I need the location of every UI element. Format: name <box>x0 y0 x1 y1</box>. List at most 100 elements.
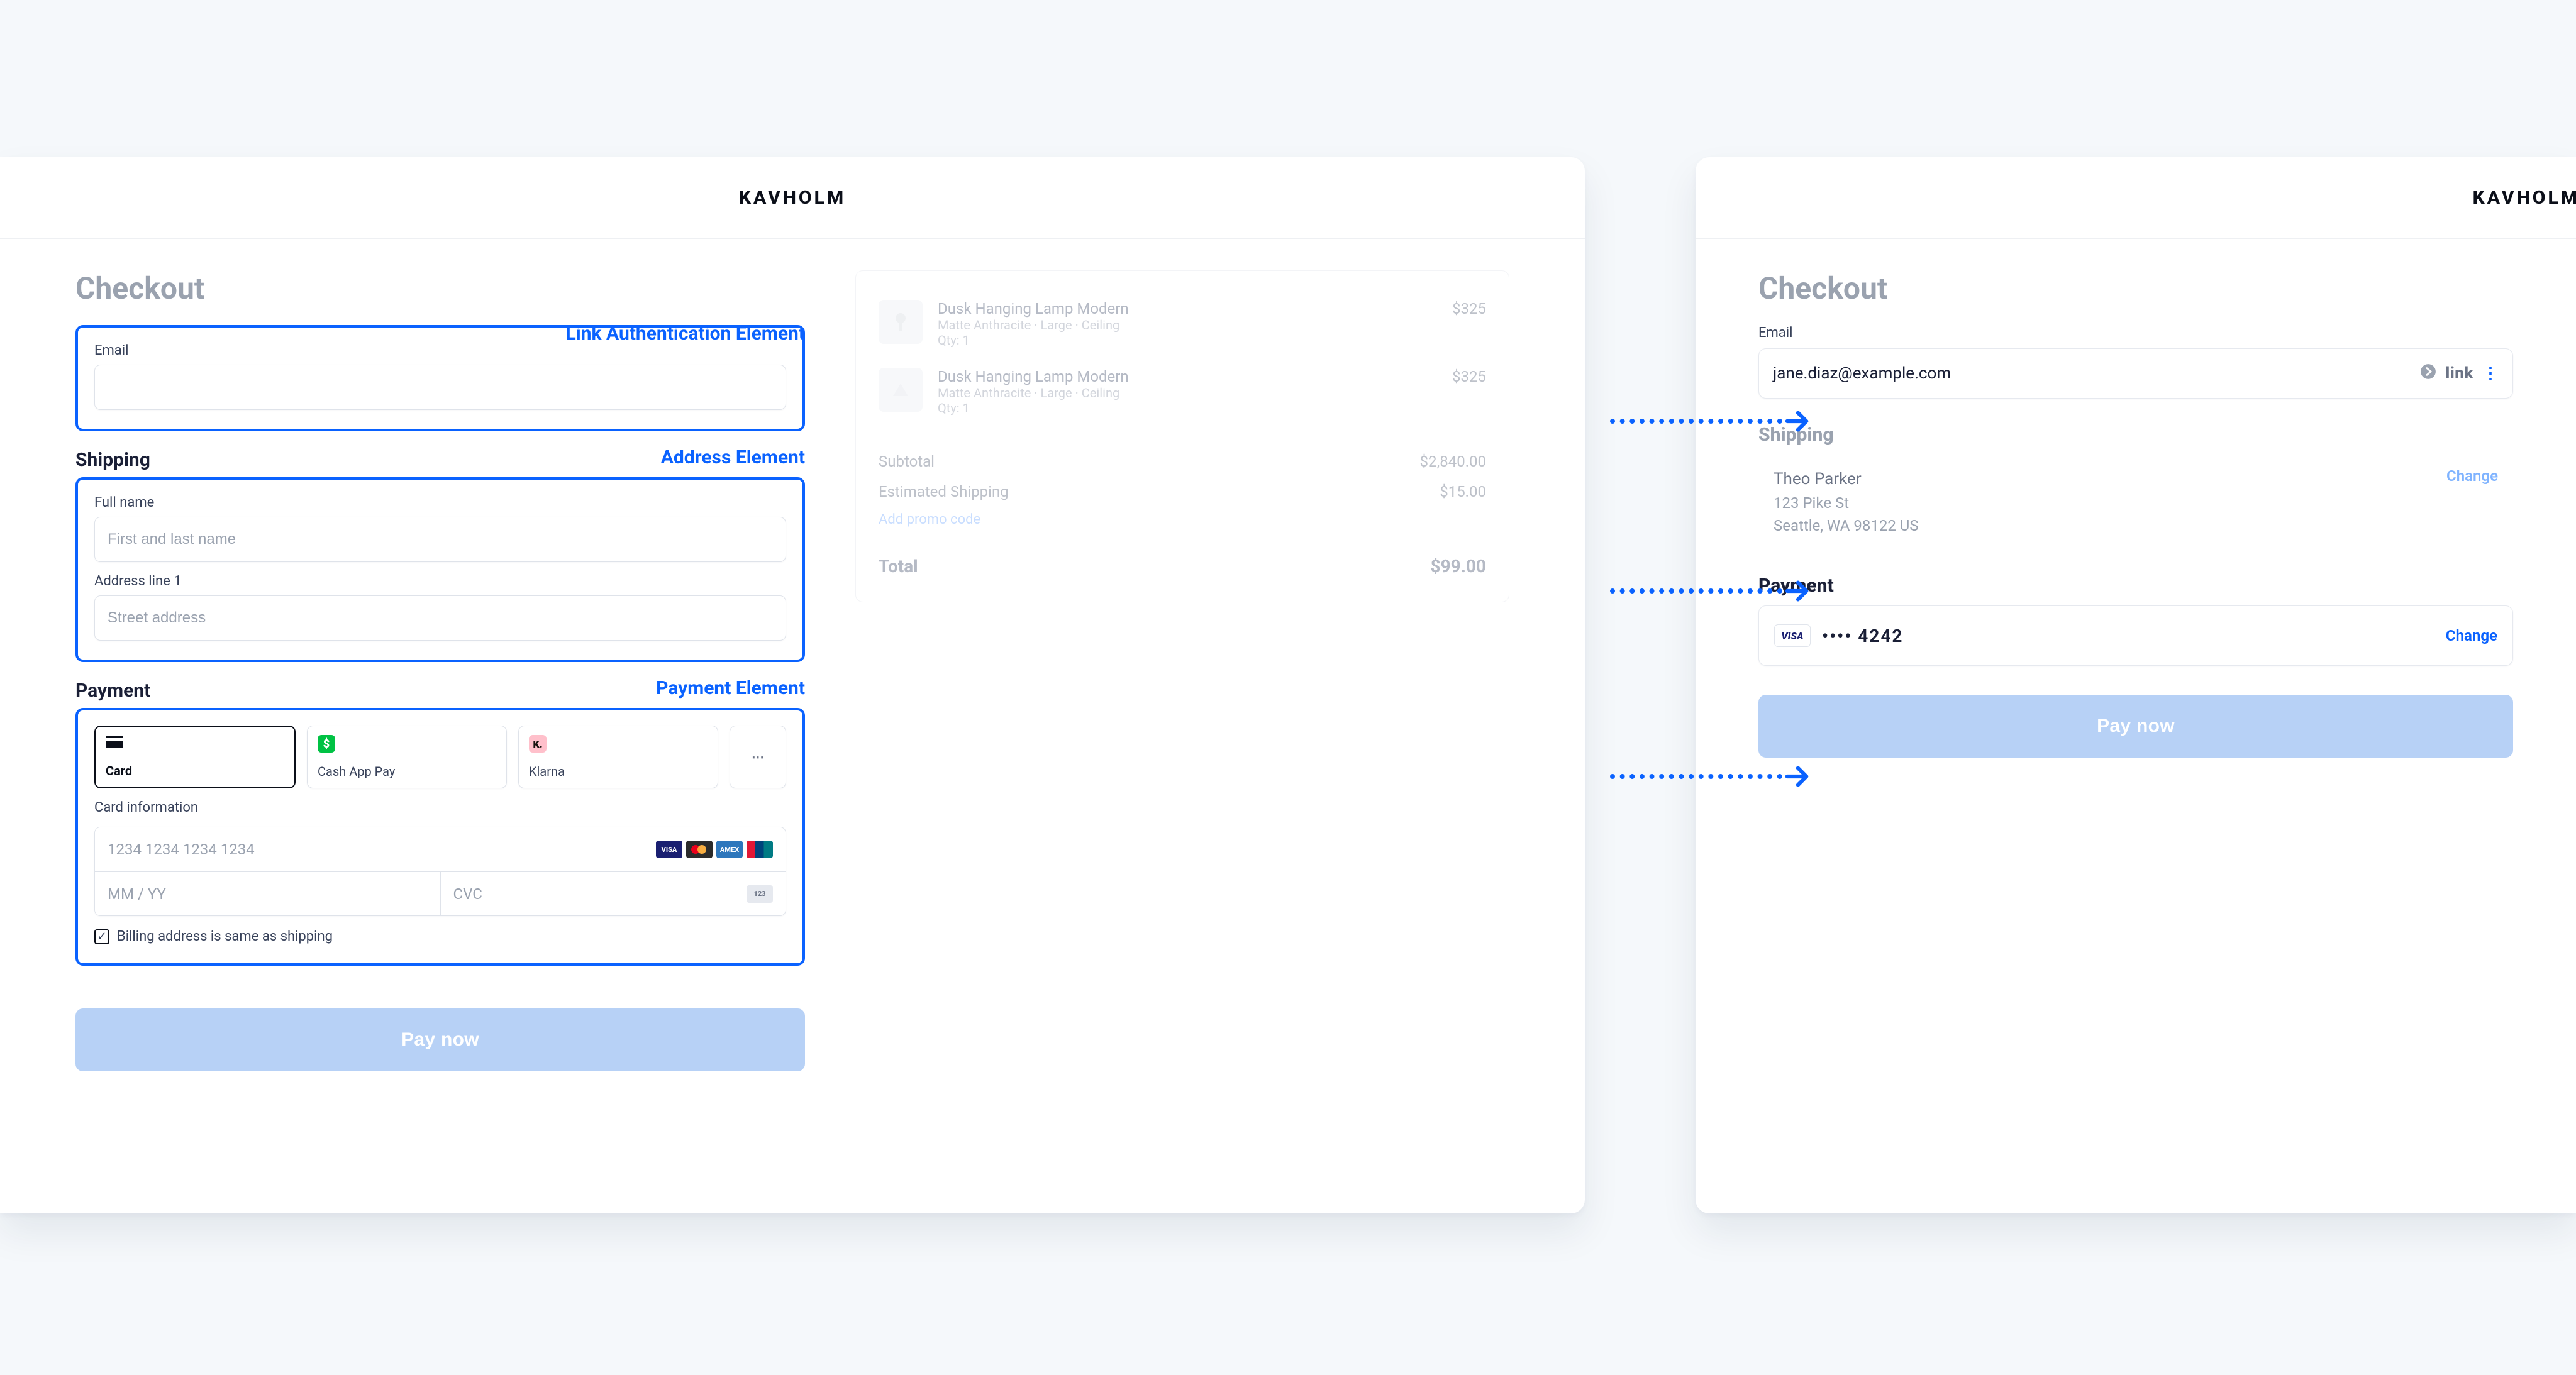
item-qty: Qty: 1 <box>938 400 1129 416</box>
payment-summary-box: VISA •••• 4242 Change <box>1758 605 2513 666</box>
shipping-summary-box: Theo Parker 123 Pike St Seattle, WA 9812… <box>1758 455 2513 549</box>
payment-method-card-label: Card <box>106 763 284 778</box>
arrow-right-icon <box>1782 577 1811 605</box>
item-sub: Matte Anthracite · Large · Ceiling <box>938 385 1129 400</box>
element-link-auth: Link Authentication Element Email <box>75 325 805 431</box>
line-item: Dusk Hanging Lamp Modern Matte Anthracit… <box>879 358 1486 426</box>
promo-link[interactable]: Add promo code <box>879 507 1486 529</box>
est-shipping-value: $15.00 <box>1440 483 1486 500</box>
order-summary-column: Dusk Hanging Lamp Modern Matte Anthracit… <box>855 270 1509 1071</box>
flow-arrow <box>1610 764 1811 789</box>
email-value: jane.diaz@example.com <box>1773 364 1951 383</box>
card-expiry-field[interactable]: MM / YY <box>95 871 440 915</box>
pay-now-button[interactable]: Pay now <box>75 1008 805 1071</box>
left-columns: Checkout Link Authentication Element Ema… <box>0 239 1585 1109</box>
mastercard-icon <box>686 841 713 858</box>
est-shipping-label: Estimated Shipping <box>879 483 1009 500</box>
change-payment-link[interactable]: Change <box>2446 627 2497 644</box>
element-address: Shipping Address Element Full name Addre… <box>75 449 805 662</box>
element-badge-linkauth: Link Authentication Element <box>566 323 805 345</box>
card-number-placeholder: 1234 1234 1234 1234 <box>108 841 255 858</box>
total-row: Total $99.00 <box>879 549 1486 583</box>
cvc-icon: 123 <box>747 885 773 903</box>
panel-header: KAVHOLM <box>0 157 1585 239</box>
item-title: Dusk Hanging Lamp Modern <box>938 300 1129 318</box>
checkout-form-column: Checkout Link Authentication Element Ema… <box>75 270 805 1071</box>
card-brand-strip: VISA AMEX <box>656 841 773 858</box>
total-value: $99.00 <box>1431 556 1486 577</box>
item-thumb <box>879 300 923 344</box>
ship-name: Theo Parker <box>1774 467 1919 492</box>
billing-same-label: Billing address is same as shipping <box>117 929 333 944</box>
shipping-heading: Shipping <box>1758 424 2513 446</box>
address1-field[interactable] <box>94 595 786 641</box>
item-thumb <box>879 368 923 412</box>
diagram-stage: KAVHOLM Checkout Link Authentication Ele… <box>0 0 2576 1375</box>
fullname-field[interactable] <box>94 517 786 562</box>
card-expiry-placeholder: MM / YY <box>108 885 166 903</box>
amex-icon: AMEX <box>716 841 743 858</box>
payment-method-klarna[interactable]: K. Klarna <box>518 726 718 788</box>
email-field[interactable] <box>94 365 786 410</box>
total-label: Total <box>879 556 918 577</box>
card-cvc-placeholder: CVC <box>453 885 482 903</box>
element-badge-payment: Payment Element <box>656 677 805 699</box>
link-wordmark: link <box>2445 364 2473 383</box>
element-payment: Payment Payment Element Card $ <box>75 680 805 966</box>
klarna-icon: K. <box>529 735 547 753</box>
kebab-icon[interactable]: ⋮ <box>2482 364 2499 383</box>
before-panel: KAVHOLM Checkout Link Authentication Ele… <box>0 157 1585 1213</box>
address-box: Full name Address line 1 <box>75 477 805 662</box>
arrow-right-icon <box>1782 762 1811 791</box>
right-content: Checkout Email jane.diaz@example.com lin… <box>1696 239 2576 795</box>
cardinfo-label: Card information <box>94 800 786 815</box>
payment-method-more[interactable]: ⋯ <box>730 726 786 788</box>
card-input-stack: 1234 1234 1234 1234 VISA AMEX <box>94 827 786 916</box>
after-panel: KAVHOLM Checkout Email jane.diaz@example… <box>1696 157 2576 1213</box>
item-price: $325 <box>1452 368 1486 385</box>
payment-box: Card $ Cash App Pay K. Klarna <box>75 708 805 966</box>
fullname-label: Full name <box>94 495 786 511</box>
email-label: Email <box>1758 325 2513 341</box>
subtotal-value: $2,840.00 <box>1420 453 1486 470</box>
payment-method-klarna-label: Klarna <box>529 764 708 779</box>
card-icon <box>106 736 284 751</box>
card-cvc-field[interactable]: CVC 123 <box>440 871 786 915</box>
payment-method-cashapp-label: Cash App Pay <box>318 764 496 779</box>
visa-icon: VISA <box>656 841 682 858</box>
more-icon: ⋯ <box>752 749 764 765</box>
unionpay-icon <box>747 841 773 858</box>
item-qty: Qty: 1 <box>938 333 1129 348</box>
subtotal-label: Subtotal <box>879 453 935 470</box>
ship-line2: Seattle, WA 98122 US <box>1774 514 1919 537</box>
card-number-field[interactable]: 1234 1234 1234 1234 VISA AMEX <box>95 827 786 871</box>
page-title: Checkout <box>75 270 805 306</box>
item-sub: Matte Anthracite · Large · Ceiling <box>938 318 1129 333</box>
page-title: Checkout <box>1758 270 2513 306</box>
pay-now-button[interactable]: Pay now <box>1758 695 2513 758</box>
arrow-right-icon <box>1782 407 1811 436</box>
panel-header: KAVHOLM <box>1696 157 2576 239</box>
link-arrow-icon <box>2420 363 2436 384</box>
payment-method-cashapp[interactable]: $ Cash App Pay <box>307 726 507 788</box>
flow-arrow <box>1610 409 1811 434</box>
change-shipping-link[interactable]: Change <box>2446 467 2498 537</box>
flow-arrow <box>1610 578 1811 604</box>
item-price: $325 <box>1452 300 1486 318</box>
item-title: Dusk Hanging Lamp Modern <box>938 368 1129 385</box>
payment-method-card[interactable]: Card <box>94 726 296 788</box>
address1-label: Address line 1 <box>94 573 786 589</box>
ship-line1: 123 Pike St <box>1774 492 1919 514</box>
billing-same-row[interactable]: ✓ Billing address is same as shipping <box>94 929 786 944</box>
visa-icon: VISA <box>1774 624 1811 647</box>
cashapp-icon: $ <box>318 735 335 753</box>
payment-heading: Payment <box>1758 575 2513 597</box>
line-item: Dusk Hanging Lamp Modern Matte Anthracit… <box>879 290 1486 358</box>
order-summary-card: Dusk Hanging Lamp Modern Matte Anthracit… <box>855 270 1509 602</box>
est-shipping-row: Estimated Shipping $15.00 <box>879 477 1486 507</box>
brand-logo: KAVHOLM <box>739 187 846 209</box>
email-label: Email <box>94 343 786 358</box>
email-summary-box[interactable]: jane.diaz@example.com link ⋮ <box>1758 348 2513 399</box>
card-last4: •••• 4242 <box>1822 626 1903 646</box>
brand-logo: KAVHOLM <box>2473 187 2576 209</box>
